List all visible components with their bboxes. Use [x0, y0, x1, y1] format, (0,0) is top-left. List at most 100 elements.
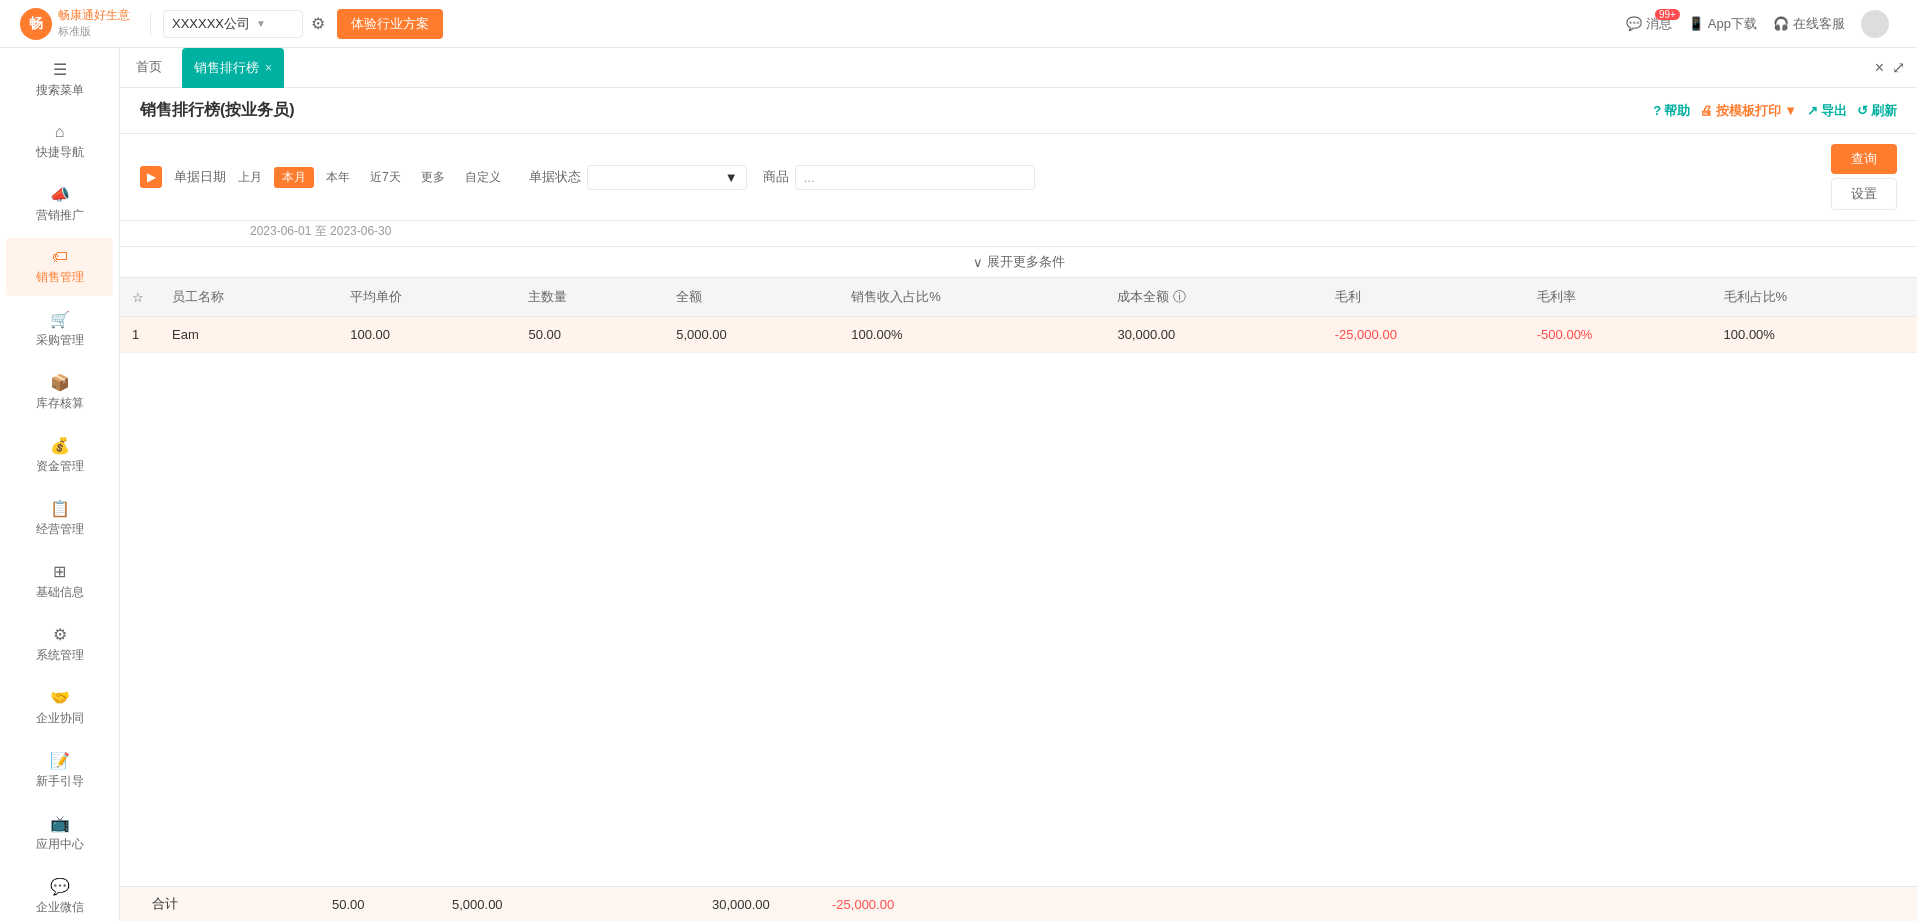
logo-area: 畅 畅康通好生意 标准版 — [12, 8, 138, 40]
date-tab-custom[interactable]: 自定义 — [457, 167, 509, 188]
date-tab-this-year[interactable]: 本年 — [318, 167, 358, 188]
query-button[interactable]: 查询 — [1831, 144, 1897, 174]
th-sales-pct: 销售收入占比% — [839, 278, 1105, 317]
table-row: 1 Eam 100.00 50.00 5,000.00 100.00% 30,0… — [120, 317, 1917, 353]
help-icon: ? — [1653, 103, 1661, 118]
maximize-window-button[interactable]: ⤢ — [1892, 58, 1905, 77]
mobile-icon: 📱 — [1688, 16, 1704, 31]
status-filter-label: 单据状态 — [529, 168, 581, 186]
sidebar-label-inventory: 库存核算 — [36, 395, 84, 412]
footer-quantity: 50.00 — [320, 897, 440, 912]
sidebar-label-search: 搜索菜单 — [36, 82, 84, 99]
cell-rank: 1 — [120, 317, 160, 353]
footer-cells: 合计 50.00 5,000.00 30,000.00 -25,000.00 — [140, 895, 1897, 913]
sidebar-item-wechat[interactable]: 💬 企业微信 — [6, 867, 113, 921]
close-window-button[interactable]: × — [1875, 59, 1884, 77]
app-download-button[interactable]: 📱 App下载 — [1688, 15, 1757, 33]
goods-input[interactable]: ... — [795, 165, 1035, 190]
print-icon: 🖨 — [1700, 103, 1713, 118]
status-select[interactable]: ▼ — [587, 165, 747, 190]
cell-gross-rate: -500.00% — [1525, 317, 1712, 353]
sidebar: ☰ 搜索菜单 ⌂ 快捷导航 📣 营销推广 🏷 销售管理 🛒 采购管理 📦 库 — [0, 48, 120, 921]
logo-text: 畅康通好生意 标准版 — [58, 8, 130, 39]
cell-cost: 30,000.00 — [1105, 317, 1322, 353]
tab-home[interactable]: 首页 — [120, 48, 178, 88]
finance-icon: 💰 — [50, 436, 70, 455]
filter-group-goods: 商品 ... — [763, 165, 1035, 190]
filter-expand-arrow[interactable]: ▶ — [140, 166, 162, 188]
company-selector[interactable]: XXXXXX公司 ▼ — [163, 10, 303, 38]
tab-sales-rank[interactable]: 销售排行榜 × — [182, 48, 284, 88]
purchase-icon: 🛒 — [50, 310, 70, 329]
sidebar-item-purchase[interactable]: 🛒 采购管理 — [6, 300, 113, 359]
th-rank: ☆ — [120, 278, 160, 317]
avatar[interactable] — [1861, 10, 1889, 38]
sidebar-item-search[interactable]: ☰ 搜索菜单 — [6, 50, 113, 109]
sidebar-item-sales[interactable]: 🏷 销售管理 — [6, 238, 113, 296]
sidebar-item-guide[interactable]: 📝 新手引导 — [6, 741, 113, 800]
footer-amount: 5,000.00 — [440, 897, 560, 912]
expand-button[interactable]: ∨ 展开更多条件 — [973, 253, 1065, 271]
sidebar-item-quick-nav[interactable]: ⌂ 快捷导航 — [6, 113, 113, 171]
message-icon: 💬 — [1626, 16, 1642, 31]
export-button[interactable]: ↗ 导出 — [1807, 102, 1847, 120]
date-tab-this-month[interactable]: 本月 — [274, 167, 314, 188]
divider — [150, 12, 151, 36]
marketing-icon: 📣 — [50, 185, 70, 204]
sidebar-item-operation[interactable]: 📋 经营管理 — [6, 489, 113, 548]
export-icon: ↗ — [1807, 103, 1818, 118]
filter-bar: ▶ 单据日期 上月 本月 本年 近7天 更多 自定义 单据状态 — [120, 134, 1917, 221]
th-name: 员工名称 — [160, 278, 338, 317]
settings-button[interactable]: 设置 — [1831, 178, 1897, 210]
goods-input-text: ... — [804, 170, 1026, 185]
th-gross-pct: 毛利占比% — [1712, 278, 1917, 317]
gear-button[interactable]: ⚙ — [311, 14, 325, 33]
date-range-row: 2023-06-01 至 2023-06-30 — [120, 221, 1917, 247]
home-icon: ⌂ — [55, 123, 65, 141]
cell-quantity: 50.00 — [516, 317, 664, 353]
table-area: ☆ 员工名称 平均单价 主数量 全额 销售收入占比% 成本全额 ⓘ 毛利 毛利率… — [120, 278, 1917, 886]
filter-group-date: ▶ 单据日期 上月 本月 本年 近7天 更多 自定义 — [140, 166, 513, 188]
refresh-icon: ↺ — [1857, 103, 1868, 118]
footer-label: 合计 — [140, 895, 320, 913]
export-label: 导出 — [1821, 102, 1847, 120]
sidebar-item-enterprise[interactable]: 🤝 企业协同 — [6, 678, 113, 737]
wechat-icon: 💬 — [50, 877, 70, 896]
sidebar-item-finance[interactable]: 💰 资金管理 — [6, 426, 113, 485]
online-service-button[interactable]: 🎧 在线客服 — [1773, 15, 1845, 33]
th-gross-rate: 毛利率 — [1525, 278, 1712, 317]
cell-name: Eam — [160, 317, 338, 353]
page-actions: ? 帮助 🖨 按模板打印 ▼ ↗ 导出 — [1653, 102, 1897, 120]
print-button[interactable]: 🖨 按模板打印 ▼ — [1700, 102, 1797, 120]
th-cost: 成本全额 ⓘ — [1105, 278, 1322, 317]
status-select-chevron: ▼ — [725, 170, 738, 185]
date-tab-more[interactable]: 更多 — [413, 167, 453, 188]
sidebar-item-system[interactable]: ⚙ 系统管理 — [6, 615, 113, 674]
online-service-label: 在线客服 — [1793, 15, 1845, 33]
filter-group-status: 单据状态 ▼ — [529, 165, 747, 190]
tab-close-button[interactable]: × — [265, 61, 272, 75]
trial-button[interactable]: 体验行业方案 — [337, 9, 443, 39]
top-right-actions: 💬 消息 99+ 📱 App下载 🎧 在线客服 — [1626, 10, 1905, 38]
refresh-button[interactable]: ↺ 刷新 — [1857, 102, 1897, 120]
sidebar-label-quick-nav: 快捷导航 — [36, 144, 84, 161]
date-tab-7days[interactable]: 近7天 — [362, 167, 409, 188]
sidebar-label-wechat: 企业微信 — [36, 899, 84, 916]
enterprise-icon: 🤝 — [50, 688, 70, 707]
sales-icon: 🏷 — [52, 248, 68, 266]
expand-label: 展开更多条件 — [987, 253, 1065, 271]
system-icon: ⚙ — [53, 625, 67, 644]
sidebar-item-basic[interactable]: ⊞ 基础信息 — [6, 552, 113, 611]
help-button[interactable]: ? 帮助 — [1653, 102, 1690, 120]
sidebar-label-enterprise: 企业协同 — [36, 710, 84, 727]
sidebar-item-inventory[interactable]: 📦 库存核算 — [6, 363, 113, 422]
th-quantity: 主数量 — [516, 278, 664, 317]
message-button[interactable]: 💬 消息 99+ — [1626, 15, 1672, 33]
help-label: 帮助 — [1664, 102, 1690, 120]
cell-gross: -25,000.00 — [1323, 317, 1525, 353]
date-tab-last-month[interactable]: 上月 — [230, 167, 270, 188]
operation-icon: 📋 — [50, 499, 70, 518]
sidebar-label-purchase: 采购管理 — [36, 332, 84, 349]
sidebar-item-marketing[interactable]: 📣 营销推广 — [6, 175, 113, 234]
sidebar-item-app-center[interactable]: 📺 应用中心 — [6, 804, 113, 863]
